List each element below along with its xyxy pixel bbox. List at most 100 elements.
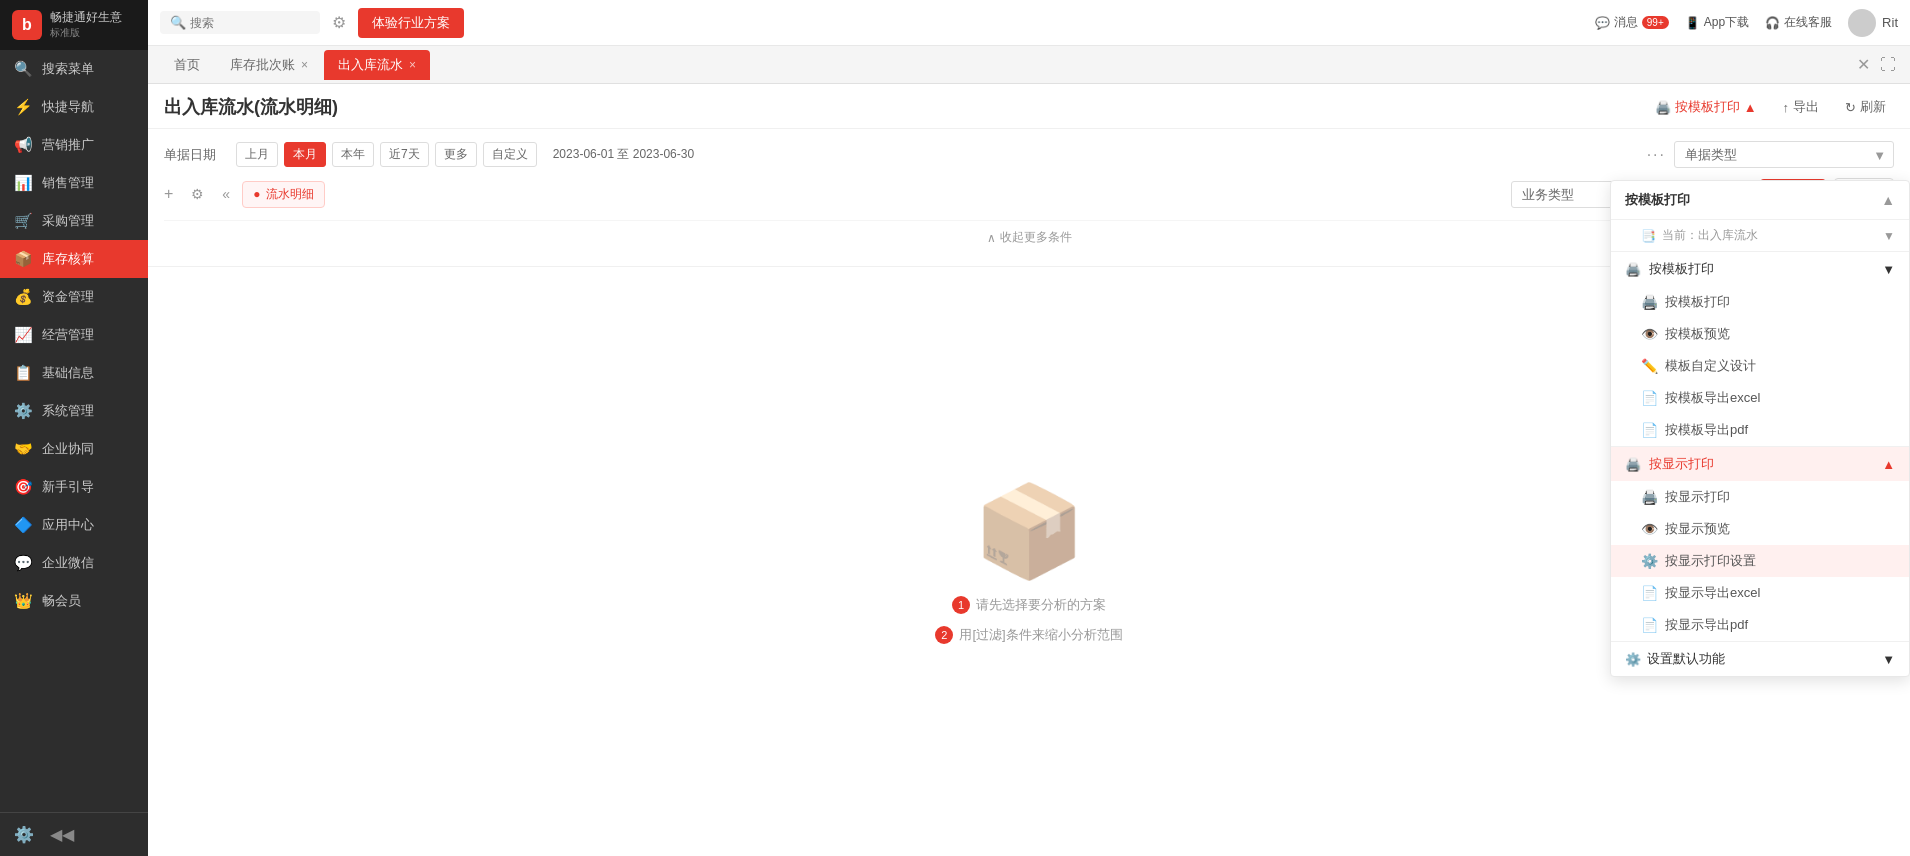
sidebar-item-search[interactable]: 🔍 搜索菜单: [0, 50, 148, 88]
sidebar-item-finance[interactable]: 💰 资金管理: [0, 278, 148, 316]
template-print-items: 🖨️ 按模板打印 👁️ 按模板预览 ✏️ 模板自定义设计 📄 按模板导出exce…: [1611, 286, 1909, 446]
filter-settings-icon[interactable]: ⚙: [191, 186, 204, 202]
user-avatar: [1848, 9, 1876, 37]
dropdown-expand-icon[interactable]: ▲: [1881, 192, 1895, 208]
tab-batch-close-icon[interactable]: ×: [301, 58, 308, 72]
item-label: 按模板预览: [1665, 325, 1730, 343]
receipt-type-wrap: 单据类型 ▼: [1674, 141, 1894, 168]
display-print-group-header[interactable]: 🖨️ 按显示打印 ▲: [1611, 447, 1909, 481]
sidebar-item-purchase[interactable]: 🛒 采购管理: [0, 202, 148, 240]
sidebar-item-operation[interactable]: 📈 经营管理: [0, 316, 148, 354]
filter-collapse-arrows[interactable]: «: [222, 186, 230, 202]
display-print-header-left: 🖨️ 按显示打印: [1625, 455, 1714, 473]
item-label: 模板自定义设计: [1665, 357, 1756, 375]
export-label: 导出: [1793, 98, 1819, 116]
item-label: 按模板导出excel: [1665, 389, 1760, 407]
sidebar-item-inventory[interactable]: 📦 库存核算: [0, 240, 148, 278]
date-btn-year[interactable]: 本年: [332, 142, 374, 167]
filter-more-dots[interactable]: ···: [1647, 146, 1666, 164]
print-dropdown-panel: 按模板打印 ▲ 📑 当前：出入库流水 ▼ 🖨️ 按模板打印: [1610, 180, 1910, 677]
dropdown-item-display-preview[interactable]: 👁️ 按显示预览: [1611, 513, 1909, 545]
date-btn-more[interactable]: 更多: [435, 142, 477, 167]
dropdown-item-template-excel[interactable]: 📄 按模板导出excel: [1611, 382, 1909, 414]
sidebar-item-label: 资金管理: [42, 288, 94, 306]
tab-inout-flow-label: 出入库流水: [338, 56, 403, 74]
sidebar-item-quick-nav[interactable]: ⚡ 快捷导航: [0, 88, 148, 126]
dropdown-item-template-pdf[interactable]: 📄 按模板导出pdf: [1611, 414, 1909, 446]
sidebar-item-system[interactable]: ⚙️ 系统管理: [0, 392, 148, 430]
dropdown-item-template-preview[interactable]: 👁️ 按模板预览: [1611, 318, 1909, 350]
printer-icon: 🖨️: [1655, 100, 1671, 115]
date-btn-current-month[interactable]: 本月: [284, 142, 326, 167]
app-name-block: 畅捷通好生意 标准版: [50, 10, 122, 40]
message-btn[interactable]: 💬 消息 99+: [1595, 14, 1669, 31]
dropdown-item-display-print[interactable]: 🖨️ 按显示打印: [1611, 481, 1909, 513]
tab-batch-account[interactable]: 库存批次账 ×: [216, 50, 322, 80]
tab-inout-close-icon[interactable]: ×: [409, 58, 416, 72]
dropdown-item-display-pdf[interactable]: 📄 按显示导出pdf: [1611, 609, 1909, 641]
topbar-search-box[interactable]: 🔍: [160, 11, 320, 34]
dropdown-item-display-excel[interactable]: 📄 按显示导出excel: [1611, 577, 1909, 609]
sidebar-item-label: 畅会员: [42, 592, 81, 610]
current-icon: 📑: [1641, 229, 1656, 243]
dropdown-footer-left: ⚙️ 设置默认功能: [1625, 650, 1725, 668]
sidebar-item-marketing[interactable]: 📢 营销推广: [0, 126, 148, 164]
sidebar-footer: ⚙️ ◀◀: [0, 812, 148, 856]
sidebar-item-sales[interactable]: 📊 销售管理: [0, 164, 148, 202]
industry-btn[interactable]: 体验行业方案: [358, 8, 464, 38]
sidebar-item-member[interactable]: 👑 畅会员: [0, 582, 148, 620]
sidebar-logo: b 畅捷通好生意 标准版: [0, 0, 148, 50]
receipt-type-select[interactable]: 单据类型: [1674, 141, 1894, 168]
sidebar-item-label: 企业协同: [42, 440, 94, 458]
display-print-chevron: ▲: [1882, 457, 1895, 472]
template-print-chevron: ▼: [1882, 262, 1895, 277]
export-btn[interactable]: ↑ 导出: [1775, 94, 1828, 120]
chevron-up-icon: ▲: [1744, 100, 1757, 115]
tab-close-all-icon[interactable]: ✕: [1855, 53, 1872, 76]
dropdown-item-template-custom[interactable]: ✏️ 模板自定义设计: [1611, 350, 1909, 382]
print-template-btn[interactable]: 🖨️ 按模板打印 ▲: [1647, 94, 1765, 120]
edit-icon: ✏️: [1641, 358, 1657, 374]
date-btn-custom[interactable]: 自定义: [483, 142, 537, 167]
sidebar-item-collab[interactable]: 🤝 企业协同: [0, 430, 148, 468]
search-icon: 🔍: [14, 60, 32, 78]
dropdown-footer[interactable]: ⚙️ 设置默认功能 ▼: [1611, 642, 1909, 676]
sidebar-item-label: 快捷导航: [42, 98, 94, 116]
dropdown-item-template-print[interactable]: 🖨️ 按模板打印: [1611, 286, 1909, 318]
sidebar-item-label: 营销推广: [42, 136, 94, 154]
sidebar-item-wechat[interactable]: 💬 企业微信: [0, 544, 148, 582]
wechat-icon: 💬: [14, 554, 32, 572]
sidebar-nav: 🔍 搜索菜单 ⚡ 快捷导航 📢 营销推广 📊 销售管理 🛒 采购管理 📦 库存核…: [0, 50, 148, 812]
app-center-icon: 🔷: [14, 516, 32, 534]
user-avatar-area[interactable]: Rit: [1848, 9, 1898, 37]
filter-tag-dot: ●: [253, 187, 260, 201]
refresh-btn[interactable]: ↻ 刷新: [1837, 94, 1894, 120]
hint-text-2: 用[过滤]条件来缩小分析范围: [959, 626, 1122, 644]
app-download-btn[interactable]: 📱 App下载: [1685, 14, 1749, 31]
online-service-btn[interactable]: 🎧 在线客服: [1765, 14, 1832, 31]
dropdown-item-display-print-settings[interactable]: ⚙️ 按显示打印设置: [1611, 545, 1909, 577]
topbar-settings-icon[interactable]: ⚙: [328, 9, 350, 36]
hint-text-1: 请先选择要分析的方案: [976, 596, 1106, 614]
export-icon: ↑: [1783, 100, 1790, 115]
display-print-items: 🖨️ 按显示打印 👁️ 按显示预览 ⚙️ 按显示打印设置 📄 按显示导出exce…: [1611, 481, 1909, 641]
search-input[interactable]: [190, 16, 310, 30]
print-template-label: 按模板打印: [1675, 98, 1740, 116]
sidebar-item-app-center[interactable]: 🔷 应用中心: [0, 506, 148, 544]
sidebar-item-guide[interactable]: 🎯 新手引导: [0, 468, 148, 506]
tab-home[interactable]: 首页: [160, 50, 214, 80]
filter-add-icon[interactable]: +: [164, 185, 173, 203]
tab-inout-flow[interactable]: 出入库流水 ×: [324, 50, 430, 80]
finance-icon: 💰: [14, 288, 32, 306]
template-print-group-header[interactable]: 🖨️ 按模板打印 ▼: [1611, 252, 1909, 286]
tab-expand-icon[interactable]: ⛶: [1878, 54, 1898, 76]
settings-footer-icon[interactable]: ⚙️: [14, 825, 34, 844]
sidebar-item-basic[interactable]: 📋 基础信息: [0, 354, 148, 392]
filter-label-date: 单据日期: [164, 146, 224, 164]
collapse-sidebar-icon[interactable]: ◀◀: [50, 825, 74, 844]
date-btn-7days[interactable]: 近7天: [380, 142, 429, 167]
marketing-icon: 📢: [14, 136, 32, 154]
dropdown-footer-chevron: ▼: [1882, 652, 1895, 667]
date-btn-prev-month[interactable]: 上月: [236, 142, 278, 167]
page-content: 出入库流水(流水明细) 🖨️ 按模板打印 ▲ ↑ 导出 ↻ 刷新: [148, 84, 1910, 856]
